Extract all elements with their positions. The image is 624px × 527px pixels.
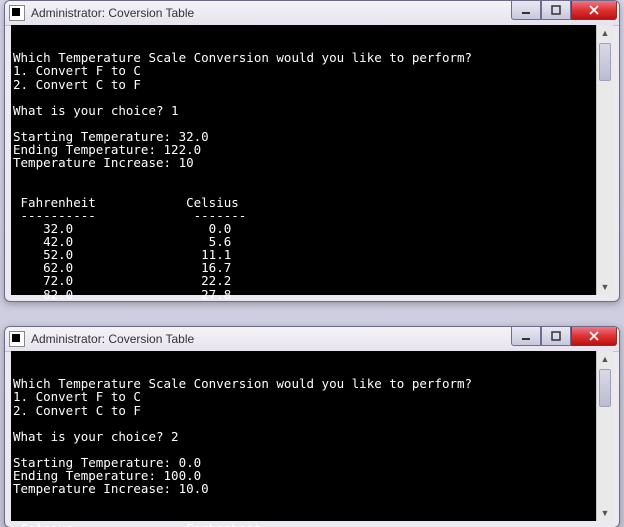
minimize-button[interactable] bbox=[511, 327, 541, 346]
app-icon bbox=[9, 331, 25, 347]
maximize-button[interactable] bbox=[541, 1, 571, 20]
console-window-1: Administrator: Coversion Table Which Tem… bbox=[4, 0, 620, 302]
console-client-2[interactable]: Which Temperature Scale Conversion would… bbox=[11, 351, 613, 521]
console-client-1[interactable]: Which Temperature Scale Conversion would… bbox=[11, 25, 613, 295]
scroll-up-button[interactable]: ▲ bbox=[597, 25, 613, 41]
scroll-down-button[interactable]: ▼ bbox=[597, 505, 613, 521]
minimize-icon bbox=[521, 331, 531, 341]
console-output-2: Which Temperature Scale Conversion would… bbox=[11, 377, 613, 527]
console-output-1: Which Temperature Scale Conversion would… bbox=[11, 51, 613, 302]
desktop-area: Administrator: Coversion Table Which Tem… bbox=[0, 0, 624, 527]
titlebar-1[interactable]: Administrator: Coversion Table bbox=[5, 1, 619, 26]
scroll-down-button[interactable]: ▼ bbox=[597, 279, 613, 295]
vertical-scrollbar-1[interactable]: ▲ ▼ bbox=[596, 25, 613, 295]
maximize-icon bbox=[551, 5, 561, 15]
minimize-button[interactable] bbox=[511, 1, 541, 20]
console-window-2: Administrator: Coversion Table Which Tem… bbox=[4, 326, 620, 527]
minimize-icon bbox=[521, 5, 531, 15]
maximize-button[interactable] bbox=[541, 327, 571, 346]
close-button[interactable] bbox=[571, 1, 617, 20]
window-title-1: Administrator: Coversion Table bbox=[31, 6, 194, 20]
close-icon bbox=[588, 5, 600, 15]
scroll-up-button[interactable]: ▲ bbox=[597, 351, 613, 367]
close-button[interactable] bbox=[571, 327, 617, 346]
app-icon bbox=[9, 5, 25, 21]
scroll-thumb[interactable] bbox=[599, 369, 611, 407]
scroll-thumb[interactable] bbox=[599, 43, 611, 81]
window-title-2: Administrator: Coversion Table bbox=[31, 332, 194, 346]
window-buttons-2 bbox=[511, 327, 617, 346]
titlebar-2[interactable]: Administrator: Coversion Table bbox=[5, 327, 619, 352]
maximize-icon bbox=[551, 331, 561, 341]
vertical-scrollbar-2[interactable]: ▲ ▼ bbox=[596, 351, 613, 521]
window-buttons-1 bbox=[511, 1, 617, 20]
close-icon bbox=[588, 331, 600, 341]
